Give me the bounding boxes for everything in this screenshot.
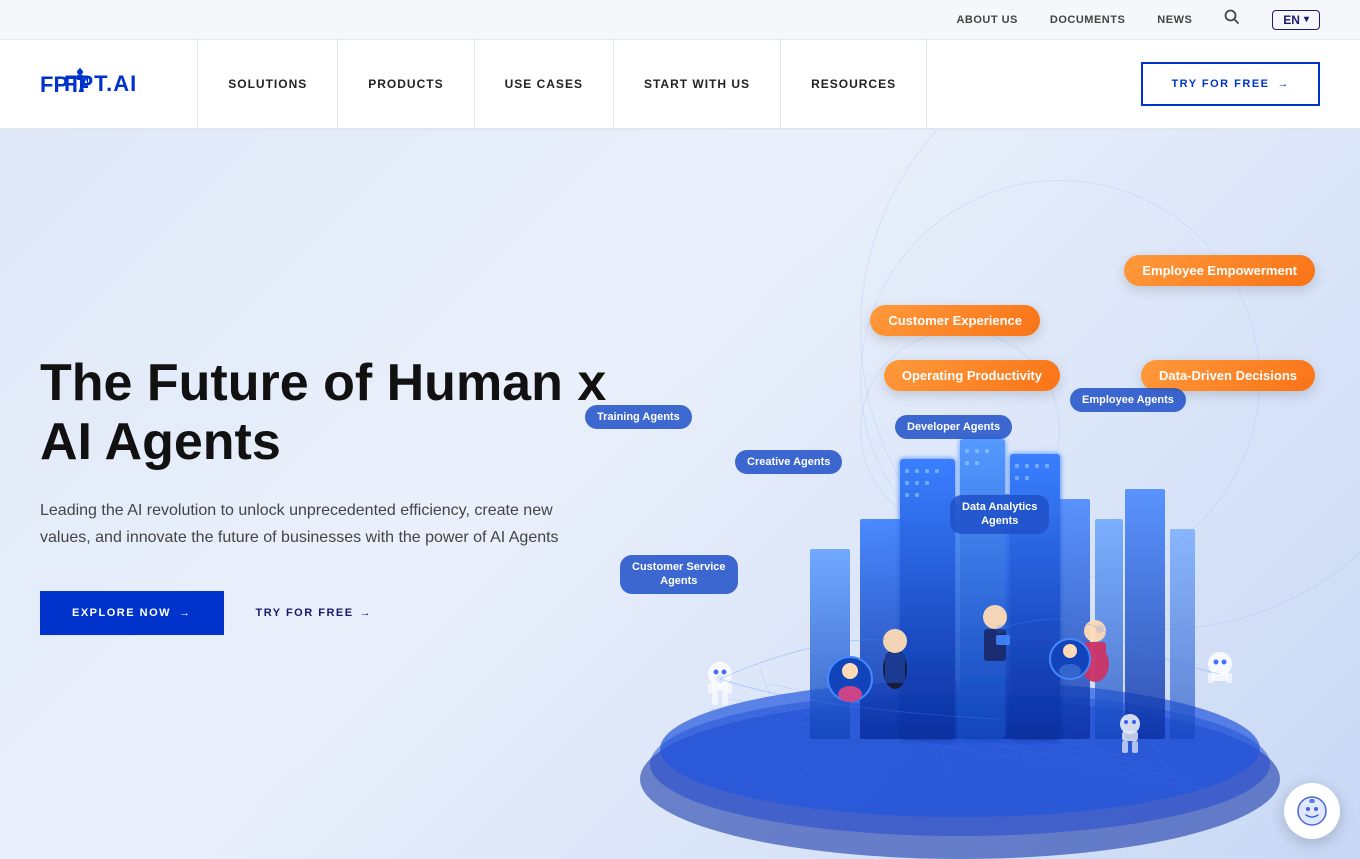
navbar: FPT. AI FPT.AI SOLUTIONS PRODUCTS USE CA…: [0, 40, 1360, 130]
arrow-right-icon: →: [360, 607, 373, 619]
hero-illustration: Customer Experience Employee Empowerment…: [560, 130, 1360, 859]
arrow-right-icon: →: [1278, 78, 1291, 90]
customer-service-agents-label: Customer ServiceAgents: [620, 555, 738, 594]
hero-title: The Future of Human x AI Agents: [40, 354, 620, 474]
language-selector[interactable]: EN ▾: [1272, 10, 1320, 30]
developer-agents-label: Developer Agents: [895, 415, 1012, 439]
logo[interactable]: FPT. AI FPT.AI: [40, 66, 137, 102]
news-link[interactable]: NEWS: [1157, 14, 1192, 26]
documents-link[interactable]: DOCUMENTS: [1050, 14, 1125, 26]
try-for-free-button[interactable]: TRY FOR FREE →: [1141, 62, 1320, 106]
creative-agents-label: Creative Agents: [735, 450, 842, 474]
training-agents-label: Training Agents: [585, 405, 692, 429]
employee-agents-label: Employee Agents: [1070, 388, 1186, 412]
explore-now-button[interactable]: EXPLORE NOW →: [40, 591, 224, 635]
hero-buttons: EXPLORE NOW → TRY FOR FREE →: [40, 591, 620, 635]
hero-subtitle: Leading the AI revolution to unlock unpr…: [40, 497, 560, 551]
nav-use-cases[interactable]: USE CASES: [475, 39, 614, 129]
top-bar: ABOUT US DOCUMENTS NEWS EN ▾: [0, 0, 1360, 40]
try-free-label: TRY FOR FREE: [256, 607, 354, 619]
lang-label: EN: [1283, 13, 1300, 27]
about-us-link[interactable]: ABOUT US: [956, 14, 1017, 26]
logo-text: FPT.AI: [64, 71, 137, 97]
hero-section: The Future of Human x AI Agents Leading …: [0, 130, 1360, 859]
data-analytics-agents-label: Data AnalyticsAgents: [950, 495, 1049, 534]
chevron-down-icon: ▾: [1304, 14, 1309, 25]
nav-start-with-us[interactable]: START WITH US: [614, 39, 781, 129]
nav-products[interactable]: PRODUCTS: [338, 39, 474, 129]
try-button-label: TRY FOR FREE: [1171, 78, 1269, 90]
hero-content-left: The Future of Human x AI Agents Leading …: [40, 354, 620, 636]
nav-solutions[interactable]: SOLUTIONS: [197, 39, 338, 129]
employee-empowerment-tag: Employee Empowerment: [1124, 255, 1315, 286]
try-free-hero-button[interactable]: TRY FOR FREE →: [256, 607, 373, 619]
nav-resources[interactable]: RESOURCES: [781, 39, 927, 129]
explore-btn-label: EXPLORE NOW: [72, 607, 171, 619]
search-icon[interactable]: [1224, 9, 1240, 30]
nav-links: SOLUTIONS PRODUCTS USE CASES START WITH …: [197, 39, 1141, 129]
chatbot-button[interactable]: [1284, 783, 1340, 839]
arrow-right-icon: →: [179, 607, 192, 619]
